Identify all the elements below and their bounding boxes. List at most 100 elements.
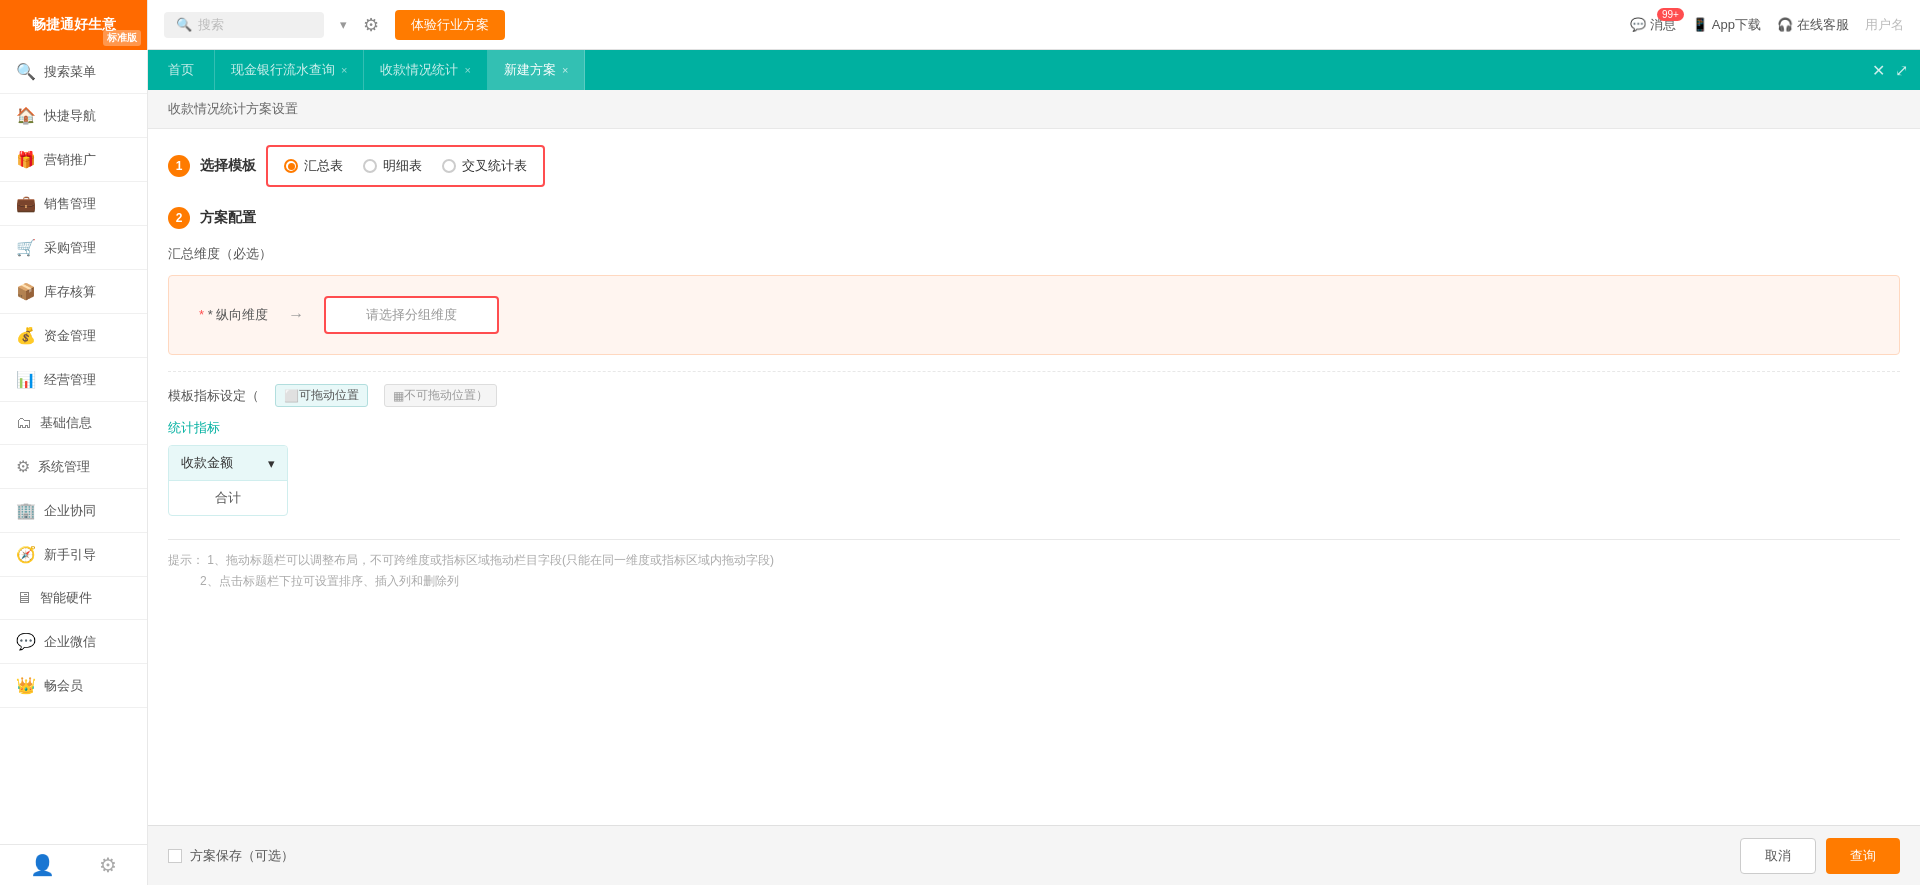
save-label: 方案保存（可选）	[190, 847, 294, 865]
sidebar: 畅捷通好生意 标准版 🔍 搜索菜单 🏠 快捷导航 🎁 营销推广 💼 销售管理 🛒…	[0, 0, 148, 885]
query-button[interactable]: 查询	[1826, 838, 1900, 874]
radio-summary-circle	[284, 159, 298, 173]
step2-header: 2 方案配置	[168, 207, 1900, 229]
sidebar-item-marketing[interactable]: 🎁 营销推广	[0, 138, 147, 182]
sidebar-item-system[interactable]: ⚙ 系统管理	[0, 445, 147, 489]
metrics-grid-header[interactable]: 收款金额 ▾	[169, 446, 287, 481]
sidebar-item-label: 经营管理	[44, 371, 96, 389]
step1-number: 1	[168, 155, 190, 177]
support-icon: 🎧	[1777, 17, 1793, 32]
sidebar-item-label: 企业微信	[44, 633, 96, 651]
sidebar-item-label: 快捷导航	[44, 107, 96, 125]
tab-new-plan-close[interactable]: ×	[562, 64, 568, 76]
page-header: 收款情况统计方案设置	[148, 90, 1920, 129]
sidebar-item-search[interactable]: 🔍 搜索菜单	[0, 50, 147, 94]
operations-icon: 📊	[16, 370, 36, 389]
sidebar-item-label: 基础信息	[40, 414, 92, 432]
metrics-row-label: 合计	[215, 490, 241, 505]
tip1-text: 1、拖动标题栏可以调整布局，不可跨维度或指标区域拖动栏目字段(只能在同一维度或指…	[207, 553, 774, 567]
page-body: 1 选择模板 汇总表 明细表	[148, 129, 1920, 610]
radio-detail[interactable]: 明细表	[363, 157, 422, 175]
tab-bank-flow-close[interactable]: ×	[341, 64, 347, 76]
radio-cross-label: 交叉统计表	[462, 157, 527, 175]
sidebar-item-inventory[interactable]: 📦 库存核算	[0, 270, 147, 314]
template-radio-group: 汇总表 明细表 交叉统计表	[284, 157, 527, 175]
topbar: 🔍 搜索 ▾ ⚙ 体验行业方案 💬 消息 99+ 📱 App下载 🎧 在线客服 …	[148, 0, 1920, 50]
sidebar-item-newbie[interactable]: 🧭 新手引导	[0, 533, 147, 577]
draggable-tag: ⬜ 可拖动位置	[275, 384, 368, 407]
sidebar-item-label: 系统管理	[38, 458, 90, 476]
topbar-gear-icon[interactable]: ⚙	[363, 14, 379, 36]
industry-plan-button[interactable]: 体验行业方案	[395, 10, 505, 40]
sidebar-item-basic-info[interactable]: 🗂 基础信息	[0, 402, 147, 445]
sidebar-item-label: 资金管理	[44, 327, 96, 345]
topbar-dropdown[interactable]: ▾	[340, 17, 347, 32]
sidebar-item-finance[interactable]: 💰 资金管理	[0, 314, 147, 358]
step2-section: 2 方案配置 汇总维度（必选） * * 纵向维度 → 请选择分组维度	[168, 207, 1900, 519]
cancel-button[interactable]: 取消	[1740, 838, 1816, 874]
sidebar-item-label: 销售管理	[44, 195, 96, 213]
wechat-icon: 💬	[16, 632, 36, 651]
save-checkbox[interactable]	[168, 849, 182, 863]
tab-new-plan-label: 新建方案	[504, 61, 556, 79]
tab-maximize-icon[interactable]: ⤢	[1895, 61, 1908, 80]
dimension-select-box[interactable]: 请选择分组维度	[324, 296, 499, 334]
main-area: 🔍 搜索 ▾ ⚙ 体验行业方案 💬 消息 99+ 📱 App下载 🎧 在线客服 …	[148, 0, 1920, 885]
draggable-label: 可拖动位置	[299, 387, 359, 404]
online-support-button[interactable]: 🎧 在线客服	[1777, 16, 1849, 34]
dimension-title: 汇总维度（必选）	[168, 245, 1900, 263]
sidebar-item-sales[interactable]: 💼 销售管理	[0, 182, 147, 226]
user-avatar-icon[interactable]: 👤	[30, 853, 55, 877]
sidebar-item-wechat[interactable]: 💬 企业微信	[0, 620, 147, 664]
app-download-button[interactable]: 📱 App下载	[1692, 16, 1761, 34]
topbar-search[interactable]: 🔍 搜索	[164, 12, 324, 38]
tips-section: 提示： 1、拖动标题栏可以调整布局，不可跨维度或指标区域拖动栏目字段(只能在同一…	[168, 539, 1900, 590]
radio-cross[interactable]: 交叉统计表	[442, 157, 527, 175]
notification-button[interactable]: 💬 消息 99+	[1630, 16, 1676, 34]
not-draggable-indicator: ▦	[393, 389, 404, 403]
metrics-title-text: 模板指标设定（	[168, 387, 259, 405]
sidebar-item-member[interactable]: 👑 畅会员	[0, 664, 147, 708]
settings-bottom-icon[interactable]: ⚙	[99, 853, 117, 877]
tips-prefix: 提示：	[168, 553, 204, 567]
sidebar-item-label: 新手引导	[44, 546, 96, 564]
tab-receipt-stat-close[interactable]: ×	[464, 64, 470, 76]
finance-icon: 💰	[16, 326, 36, 345]
sidebar-item-label: 智能硬件	[40, 589, 92, 607]
tip2: 2、点击标题栏下拉可设置排序、插入列和删除列	[168, 573, 1900, 590]
template-options-box: 汇总表 明细表 交叉统计表	[266, 145, 545, 187]
sidebar-item-quick-nav[interactable]: 🏠 快捷导航	[0, 94, 147, 138]
config-section: 汇总维度（必选） * * 纵向维度 → 请选择分组维度	[168, 245, 1900, 519]
tab-bank-flow[interactable]: 现金银行流水查询 ×	[215, 50, 364, 90]
sidebar-item-operations[interactable]: 📊 经营管理	[0, 358, 147, 402]
sidebar-item-enterprise[interactable]: 🏢 企业协同	[0, 489, 147, 533]
not-draggable-label: 不可拖动位置）	[404, 387, 488, 404]
tab-receipt-stat[interactable]: 收款情况统计 ×	[364, 50, 487, 90]
step1-title: 选择模板	[200, 157, 256, 175]
search-placeholder: 搜索	[198, 16, 224, 34]
marketing-icon: 🎁	[16, 150, 36, 169]
app-logo: 畅捷通好生意 标准版	[0, 0, 147, 50]
home-icon: 🏠	[16, 106, 36, 125]
tab-home[interactable]: 首页	[148, 50, 215, 90]
tab-home-label: 首页	[168, 61, 194, 79]
draggable-indicator: ⬜	[284, 389, 299, 403]
sidebar-item-purchase[interactable]: 🛒 采购管理	[0, 226, 147, 270]
radio-summary[interactable]: 汇总表	[284, 157, 343, 175]
app-version: 标准版	[103, 30, 141, 46]
tabbar: 首页 现金银行流水查询 × 收款情况统计 × 新建方案 × ✕ ⤢	[148, 50, 1920, 90]
metrics-setting: 模板指标设定（ ⬜ 可拖动位置 ▦ 不可拖动位置） 统计指标	[168, 371, 1900, 519]
sales-icon: 💼	[16, 194, 36, 213]
sidebar-item-label: 搜索菜单	[44, 63, 96, 81]
footer: 方案保存（可选） 取消 查询	[148, 825, 1920, 885]
sidebar-item-smart-hw[interactable]: 🖥 智能硬件	[0, 577, 147, 620]
tab-receipt-stat-label: 收款情况统计	[380, 61, 458, 79]
step2-number: 2	[168, 207, 190, 229]
tab-new-plan[interactable]: 新建方案 ×	[488, 50, 585, 90]
online-support-label: 在线客服	[1797, 16, 1849, 34]
tab-close-icon[interactable]: ✕	[1872, 61, 1885, 80]
metrics-dropdown-icon[interactable]: ▾	[268, 456, 275, 471]
radio-detail-circle	[363, 159, 377, 173]
info-icon: 🗂	[16, 414, 32, 432]
vertical-label-text: * 纵向维度	[208, 307, 269, 322]
